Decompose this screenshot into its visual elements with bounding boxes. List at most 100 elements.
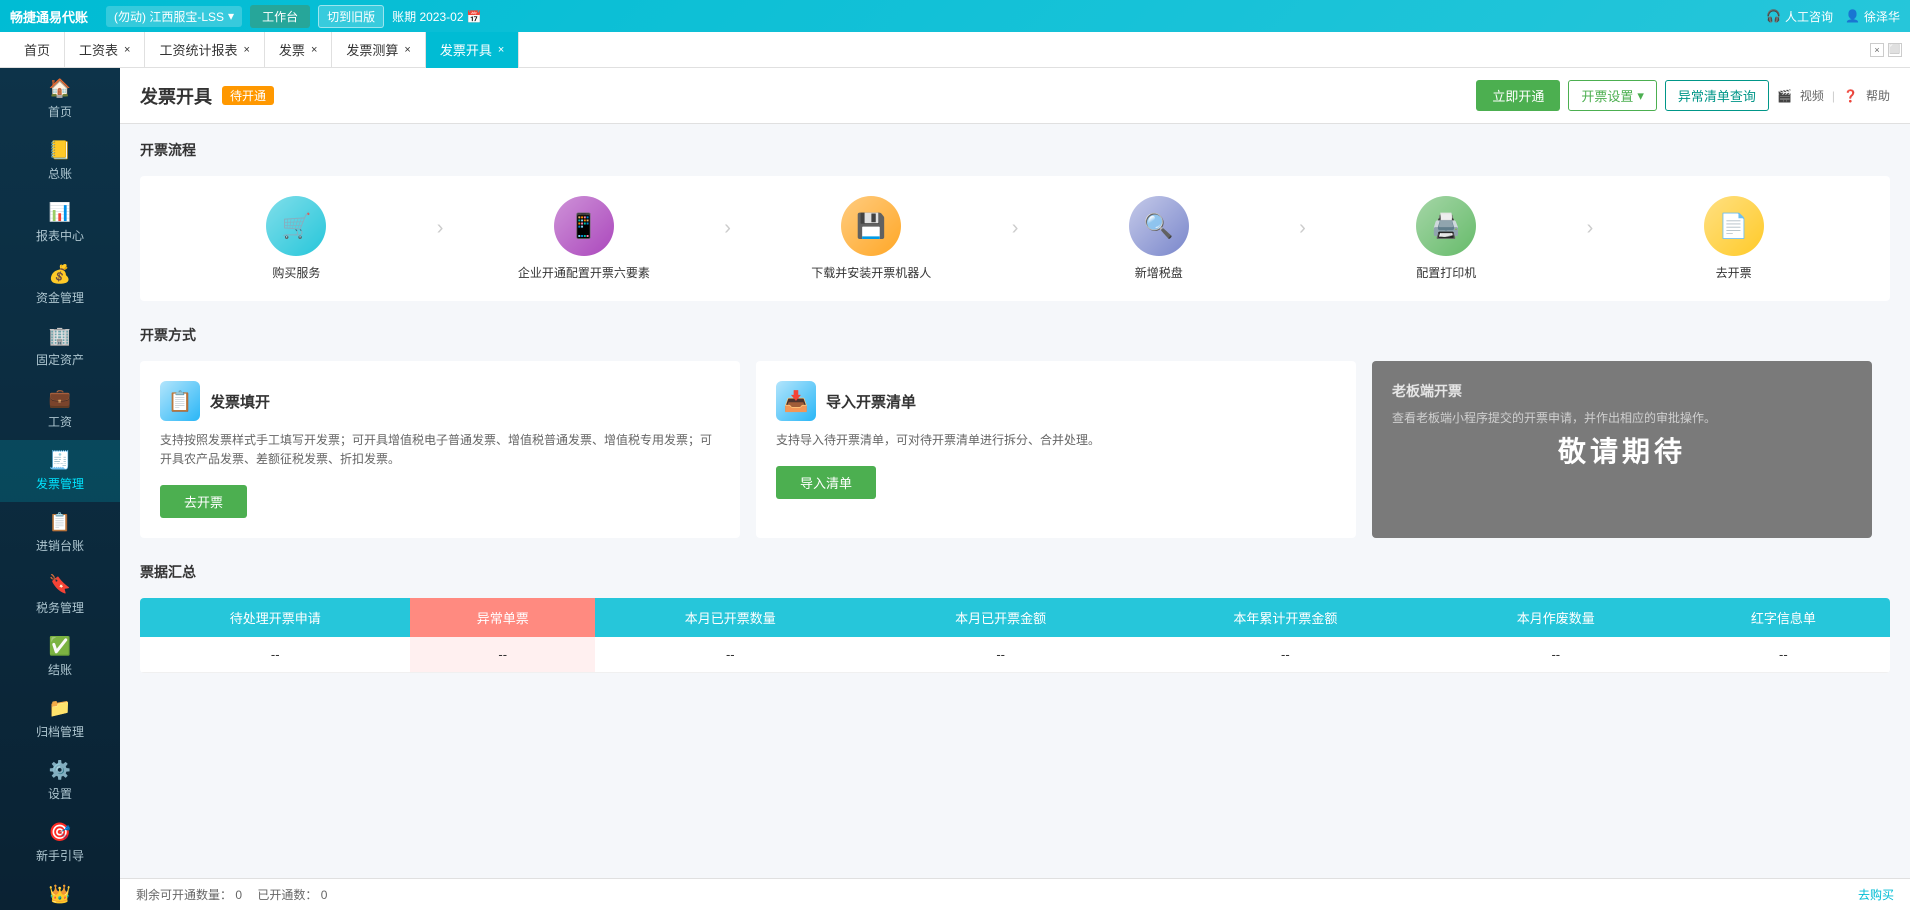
col-year-amount: 本年累计开票金额	[1136, 598, 1435, 637]
sidebar-item-salary[interactable]: 💼 工资	[0, 378, 120, 440]
status-badge: 待开通	[222, 86, 274, 105]
user-icon: 👤	[1845, 9, 1860, 23]
download-icon: 💾	[841, 196, 901, 256]
opened-label: 已开通数：	[245, 888, 317, 902]
old-version-button[interactable]: 切到旧版	[318, 5, 384, 28]
sidebar-tax-label: 税务管理	[36, 599, 84, 616]
customer-service-button[interactable]: 🎧 人工咨询	[1766, 8, 1833, 25]
sidebar: 🏠 首页 📒 总账 📊 报表中心 💰 资金管理 🏢 固定资产 💼 工资 🧾 发票…	[0, 68, 120, 910]
buy-service-icon: 🛒	[266, 196, 326, 256]
sidebar-purchase-sales-label: 进销台账	[36, 537, 84, 554]
coming-soon-text: 敬请期待	[1558, 430, 1686, 470]
page-title: 发票开具	[140, 83, 212, 109]
method-desc-2: 支持导入待开票清单，可对待开票清单进行拆分、合并处理。	[776, 431, 1336, 450]
tax-icon: 🔖	[49, 574, 71, 595]
chevron-down-icon: ▾	[228, 9, 234, 23]
sidebar-settings-label: 设置	[48, 785, 72, 802]
help-label: 帮助	[1866, 87, 1890, 104]
sidebar-item-settings[interactable]: ⚙️ 设置	[0, 750, 120, 812]
col-month-amount: 本月已开票金额	[865, 598, 1135, 637]
reports-icon: 📊	[49, 202, 71, 223]
sidebar-guide-label: 新手引导	[36, 847, 84, 864]
cell-month-count: --	[595, 637, 865, 673]
home-icon: 🏠	[49, 78, 71, 99]
sidebar-item-purchase-sales[interactable]: 📋 进销台账	[0, 502, 120, 564]
method-header-1: 📋 发票填开	[160, 381, 720, 421]
sidebar-ledger-label: 总账	[48, 165, 72, 182]
method-desc-1: 支持按照发票样式手工填写开发票；可开具增值税电子普通发票、增值税普通发票、增值税…	[160, 431, 720, 469]
import-list-button[interactable]: 导入清单	[776, 466, 876, 499]
remaining-value: 0	[235, 888, 242, 902]
restore-window-button[interactable]: ⬜	[1888, 43, 1902, 57]
summary-section: 待处理开票申请 异常单票 本月已开票数量 本月已开票金额 本年累计开票金额 本月…	[140, 598, 1890, 673]
process-step-6: 📄 去开票	[1597, 196, 1870, 281]
bottom-remaining: 剩余可开通数量： 0 已开通数： 0	[136, 886, 327, 903]
nav-tabs-bar: 首页 工资表 × 工资统计报表 × 发票 × 发票测算 × 发票开具 × × ⬜	[0, 32, 1910, 68]
tab-invoice-issue[interactable]: 发票开具 ×	[426, 32, 519, 68]
page-content: 开票流程 🛒 购买服务 › 📱 企业开通配置开票六要素 › 💾 下载并安装开票机…	[120, 124, 1910, 689]
sidebar-funds-label: 资金管理	[36, 289, 84, 306]
sidebar-item-home[interactable]: 🏠 首页	[0, 68, 120, 130]
sidebar-item-ledger[interactable]: 📒 总账	[0, 130, 120, 192]
tab-payroll-stats-close[interactable]: ×	[243, 44, 249, 56]
workbench-button[interactable]: 工作台	[250, 5, 310, 28]
sidebar-item-guide[interactable]: 🎯 新手引导	[0, 812, 120, 874]
open-now-button[interactable]: 立即开通	[1476, 80, 1560, 111]
sidebar-item-tax[interactable]: 🔖 税务管理	[0, 564, 120, 626]
top-bar-right: 🎧 人工咨询 👤 徐泽华	[1766, 8, 1900, 25]
sidebar-item-reports[interactable]: 📊 报表中心	[0, 192, 120, 254]
cell-abnormal: --	[410, 637, 595, 673]
col-red-info: 红字信息单	[1677, 598, 1890, 637]
calendar-icon[interactable]: 📅	[467, 10, 482, 24]
tab-payroll[interactable]: 工资表 ×	[65, 32, 145, 68]
summary-table: 待处理开票申请 异常单票 本月已开票数量 本月已开票金额 本年累计开票金额 本月…	[140, 598, 1890, 673]
sidebar-reports-label: 报表中心	[36, 227, 84, 244]
salary-icon: 💼	[49, 388, 71, 409]
sidebar-item-invoice[interactable]: 🧾 发票管理	[0, 440, 120, 502]
tab-invoice-calc[interactable]: 发票测算 ×	[332, 32, 425, 68]
top-bar-left: 畅捷通易代账 (勿动) 江西服宝-LSS ▾ 工作台 切到旧版 账期 2023-…	[10, 5, 482, 28]
cell-void-count: --	[1435, 637, 1677, 673]
archive-icon: 📁	[49, 698, 71, 719]
tab-home[interactable]: 首页	[10, 32, 65, 68]
method-title-1: 发票填开	[210, 391, 270, 412]
process-section-title: 开票流程	[140, 140, 1890, 160]
headset-icon: 🎧	[1766, 9, 1781, 23]
tab-payroll-close[interactable]: ×	[124, 44, 130, 56]
app-logo: 畅捷通易代账	[10, 7, 88, 26]
company-selector[interactable]: (勿动) 江西服宝-LSS ▾	[106, 6, 242, 27]
sidebar-item-funds[interactable]: 💰 资金管理	[0, 254, 120, 316]
process-label-4: 新增税盘	[1135, 264, 1183, 281]
page-header: 发票开具 待开通 立即开通 开票设置 ▾ 异常清单查询 🎬 视频 | ❓ 帮助	[120, 68, 1910, 124]
sidebar-item-membership[interactable]: 👑 畅会员	[0, 874, 120, 910]
assets-icon: 🏢	[49, 326, 71, 347]
tab-invoice-close[interactable]: ×	[311, 44, 317, 56]
funds-icon: 💰	[49, 264, 71, 285]
guide-icon: 🎯	[49, 822, 71, 843]
abnormal-query-button[interactable]: 异常清单查询	[1665, 80, 1769, 111]
video-label: 视频	[1800, 87, 1824, 104]
video-icon: 🎬	[1777, 89, 1792, 103]
open-settings-button[interactable]: 开票设置 ▾	[1568, 80, 1657, 111]
buy-link[interactable]: 去购买	[1858, 886, 1894, 903]
tab-payroll-stats[interactable]: 工资统计报表 ×	[145, 32, 264, 68]
billing-methods: 📋 发票填开 支持按照发票样式手工填写开发票；可开具增值税电子普通发票、增值税普…	[140, 361, 1890, 538]
page-title-row: 发票开具 待开通	[140, 83, 274, 109]
summary-data-row: -- -- -- -- -- -- --	[140, 637, 1890, 673]
open-settings-label: 开票设置	[1581, 86, 1633, 105]
issue-invoice-icon: 📄	[1704, 196, 1764, 256]
user-menu[interactable]: 👤 徐泽华	[1845, 8, 1900, 25]
sidebar-item-archive[interactable]: 📁 归档管理	[0, 688, 120, 750]
close-window-button[interactable]: ×	[1870, 43, 1884, 57]
col-pending: 待处理开票申请	[140, 598, 410, 637]
sidebar-item-checkout[interactable]: ✅ 结账	[0, 626, 120, 688]
summary-header-row: 待处理开票申请 异常单票 本月已开票数量 本月已开票金额 本年累计开票金额 本月…	[140, 598, 1890, 637]
billing-section-title: 开票方式	[140, 325, 1890, 345]
tab-invoice-calc-close[interactable]: ×	[404, 44, 410, 56]
sidebar-item-assets[interactable]: 🏢 固定资产	[0, 316, 120, 378]
sidebar-invoice-label: 发票管理	[36, 475, 84, 492]
tab-invoice-issue-close[interactable]: ×	[498, 44, 504, 56]
content-area: 发票开具 待开通 立即开通 开票设置 ▾ 异常清单查询 🎬 视频 | ❓ 帮助	[120, 68, 1910, 910]
tab-invoice[interactable]: 发票 ×	[265, 32, 332, 68]
go-invoice-button[interactable]: 去开票	[160, 485, 247, 518]
